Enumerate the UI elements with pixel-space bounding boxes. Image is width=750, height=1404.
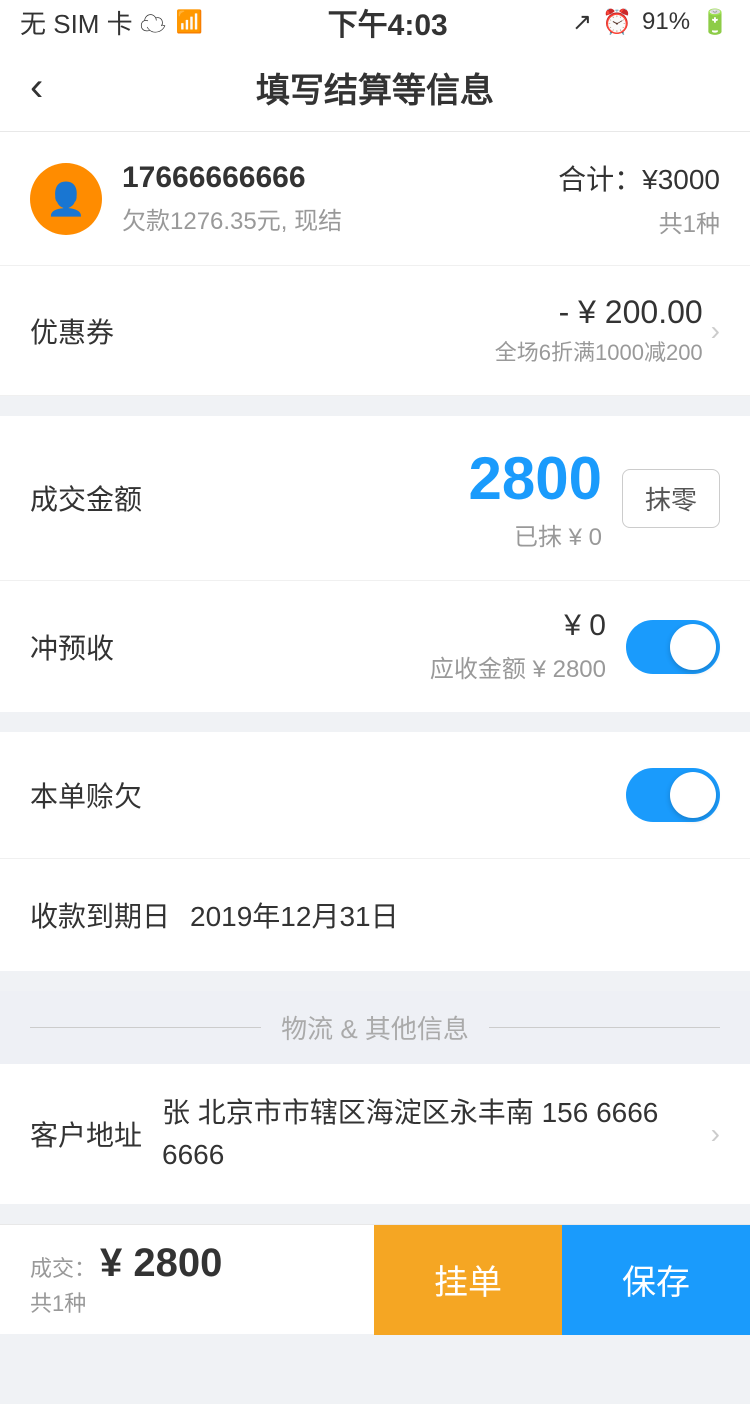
prepay-toggle[interactable]	[626, 620, 720, 674]
nav-bar: ‹ 填写结算等信息	[0, 44, 750, 132]
logistics-text: 物流 & 其他信息	[281, 1009, 469, 1046]
alarm-icon: ⏰	[602, 8, 632, 37]
prepay-sub: 应收金额 ¥ 2800	[430, 649, 606, 684]
customer-right: 合计：¥3000 共1种	[558, 158, 720, 239]
battery-text: 91%	[642, 8, 690, 36]
bottom-bar: 成交： ¥ 2800 共1种 挂单 保存	[0, 1224, 750, 1334]
customer-row: 👤 17666666666 欠款1276.35元, 现结 合计：¥3000 共1…	[0, 132, 750, 266]
avatar-icon: 👤	[46, 180, 86, 218]
prepay-amount-block: ¥ 0 应收金额 ¥ 2800	[430, 609, 606, 684]
address-chevron-icon: ›	[711, 1118, 720, 1150]
status-time: 下午4:03	[328, 0, 448, 44]
customer-left: 👤 17666666666 欠款1276.35元, 现结	[30, 161, 342, 236]
address-label: 客户地址	[30, 1114, 142, 1154]
customer-info: 17666666666 欠款1276.35元, 现结	[122, 161, 342, 236]
customer-sub: 欠款1276.35元, 现结	[122, 201, 342, 236]
no-sim-text: 无 SIM 卡 ☁	[20, 4, 166, 41]
prepay-label: 冲预收	[30, 627, 114, 667]
hang-order-button[interactable]: 挂单	[374, 1225, 562, 1335]
save-button[interactable]: 保存	[562, 1225, 750, 1335]
address-row[interactable]: 客户地址 张 北京市市辖区海淀区永丰南 156 6666 6666 ›	[0, 1064, 750, 1204]
coupon-label: 优惠券	[30, 311, 114, 351]
bottom-count: 共1种	[30, 1286, 344, 1318]
location-icon: ↗	[572, 8, 592, 37]
deal-label: 成交金额	[30, 478, 142, 518]
total-amount: 合计：¥3000	[558, 158, 720, 198]
address-section: 客户地址 张 北京市市辖区海淀区永丰南 156 6666 6666 ›	[0, 1064, 750, 1204]
address-value: 张 北京市市辖区海淀区永丰南 156 6666 6666	[162, 1092, 701, 1176]
credit-section: 本单赊欠 收款到期日 2019年12月31日	[0, 732, 750, 971]
prepay-row: 冲预收 ¥ 0 应收金额 ¥ 2800	[0, 581, 750, 712]
logistics-line-left	[30, 1027, 261, 1028]
coupon-section: 优惠券 - ¥ 200.00 全场6折满1000减200 ›	[0, 266, 750, 396]
deal-right: 2800 已抹 ¥ 0 抹零	[469, 444, 721, 552]
battery-icon: 🔋	[700, 8, 730, 37]
gray-divider-3	[0, 971, 750, 991]
coupon-row[interactable]: 优惠券 - ¥ 200.00 全场6折满1000减200 ›	[0, 266, 750, 396]
page-title: 填写结算等信息	[256, 63, 494, 112]
back-button[interactable]: ‹	[30, 65, 43, 110]
deal-row: 成交金额 2800 已抹 ¥ 0 抹零	[0, 416, 750, 581]
customer-phone: 17666666666	[122, 161, 342, 195]
coupon-desc: 全场6折满1000减200	[495, 335, 703, 367]
coupon-value: - ¥ 200.00	[495, 294, 703, 331]
wifi-icon: 📶	[176, 9, 203, 35]
due-date-value: 2019年12月31日	[190, 895, 399, 935]
round-zero-button[interactable]: 抹零	[622, 469, 720, 528]
toggle-knob	[670, 624, 716, 670]
status-right: ↗ ⏰ 91% 🔋	[572, 8, 730, 37]
prepay-right: ¥ 0 应收金额 ¥ 2800	[430, 609, 720, 684]
status-bar: 无 SIM 卡 ☁ 📶 下午4:03 ↗ ⏰ 91% 🔋	[0, 0, 750, 44]
due-date-row: 收款到期日 2019年12月31日	[0, 858, 750, 971]
deal-amount: 2800	[469, 444, 602, 513]
gray-divider-2	[0, 712, 750, 732]
chevron-right-icon: ›	[711, 315, 720, 347]
prepay-amount: ¥ 0	[430, 609, 606, 643]
credit-row: 本单赊欠	[0, 732, 750, 858]
total-count: 共1种	[558, 204, 720, 239]
deal-sub: 已抹 ¥ 0	[469, 517, 602, 552]
deal-section: 成交金额 2800 已抹 ¥ 0 抹零 冲预收 ¥ 0 应收金额 ¥ 2800	[0, 416, 750, 712]
bottom-deal-label: 成交：	[30, 1251, 96, 1283]
avatar: 👤	[30, 163, 102, 235]
bottom-amount: ¥ 2800	[100, 1241, 222, 1286]
credit-toggle[interactable]	[626, 768, 720, 822]
logistics-separator: 物流 & 其他信息	[0, 991, 750, 1064]
status-left: 无 SIM 卡 ☁ 📶	[20, 4, 203, 41]
customer-section: 👤 17666666666 欠款1276.35元, 现结 合计：¥3000 共1…	[0, 132, 750, 266]
due-date-label: 收款到期日	[30, 895, 170, 935]
credit-toggle-knob	[670, 772, 716, 818]
gray-divider-1	[0, 396, 750, 416]
bottom-summary: 成交： ¥ 2800 共1种	[0, 1241, 374, 1318]
credit-label: 本单赊欠	[30, 775, 142, 815]
logistics-line-right	[489, 1027, 720, 1028]
